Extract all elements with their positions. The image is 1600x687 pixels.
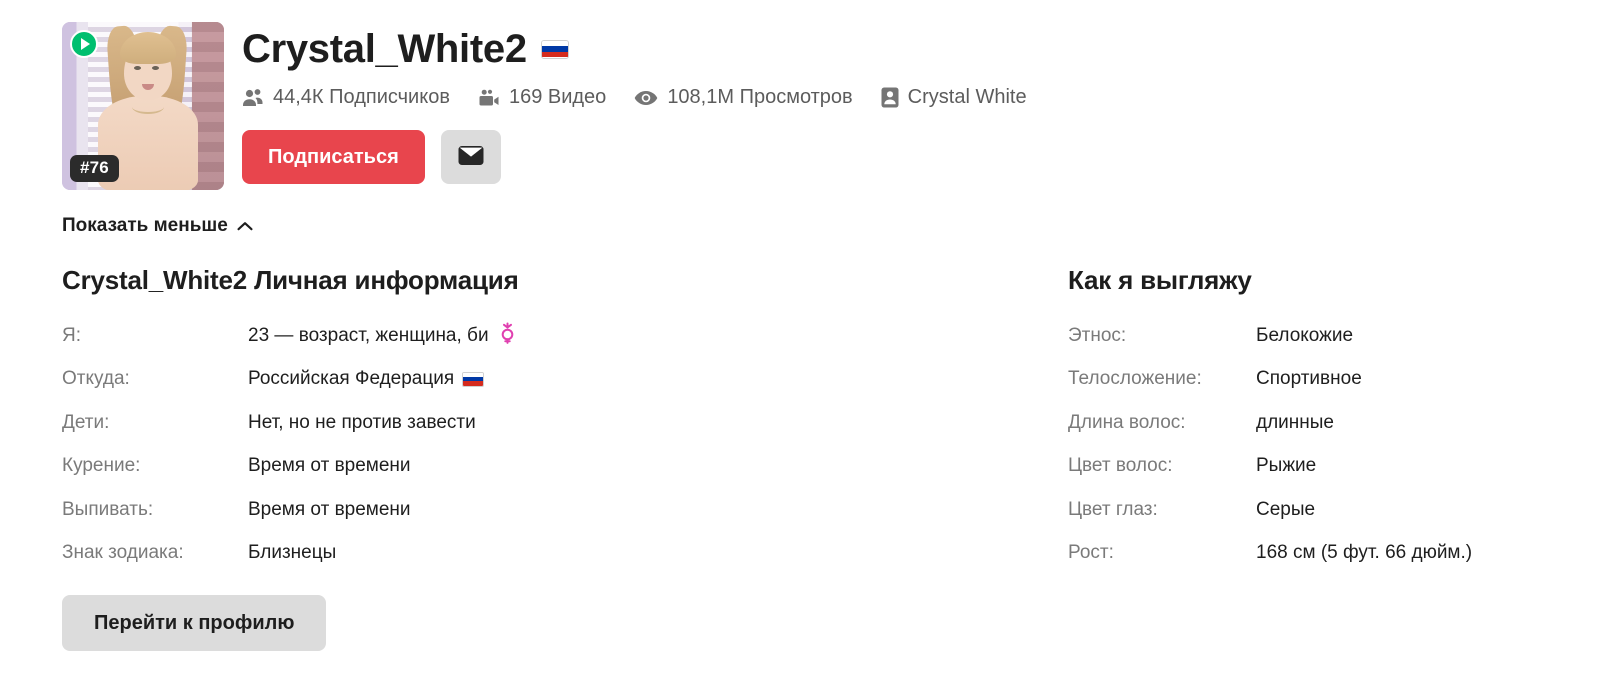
info-value-wrap: Российская Федерация — [248, 368, 485, 390]
avatar-eye-left — [134, 66, 141, 70]
info-value: Белокожие — [1256, 324, 1354, 346]
id-badge-icon — [881, 87, 899, 108]
header-main: Crystal_White2 44,4К Подписчиков 169 Вид… — [242, 22, 1027, 184]
show-less-toggle[interactable]: Показать меньше — [62, 215, 253, 237]
info-label: Дети: — [62, 411, 110, 433]
info-value: Нет, но не против завести — [248, 411, 476, 433]
eye-icon — [634, 88, 658, 108]
info-value: Серые — [1256, 498, 1316, 520]
play-triangle-icon — [81, 38, 90, 50]
play-icon[interactable] — [70, 30, 98, 58]
stat-model-name-label: Crystal White — [907, 86, 1027, 108]
info-label: Телосложение: — [1068, 368, 1202, 390]
info-value: 23 — возраст, женщина, би — [248, 324, 489, 346]
appearance-section: Как я выгляжу Этнос: Белокожие Телосложе… — [1068, 265, 1588, 575]
info-value: Время от времени — [248, 455, 411, 477]
info-value: длинные — [1256, 411, 1334, 433]
stat-subscribers-label: 44,4К Подписчиков — [273, 86, 450, 108]
flag-stripe-red — [541, 51, 568, 58]
ru-flag-icon — [462, 371, 485, 387]
subscribers-icon — [242, 88, 264, 108]
appearance-title: Как я выгляжу — [1068, 265, 1252, 295]
page-title: Crystal_White2 — [242, 27, 527, 71]
info-row: Откуда: Российская Федерация — [62, 358, 962, 402]
info-row: Курение: Время от времени — [62, 445, 962, 489]
header-row: #76 Crystal_White2 44,4К Подписчиков 169… — [62, 22, 1027, 190]
stat-model-name: Crystal White — [881, 86, 1027, 109]
rank-badge: #76 — [70, 155, 119, 182]
info-value-wrap: 23 — возраст, женщина, би — [248, 322, 516, 350]
table-row: Телосложение: Спортивное — [1068, 358, 1588, 402]
title-line: Crystal_White2 — [242, 28, 1027, 70]
stat-videos: 169 Видео — [478, 86, 606, 109]
flag-stripe-red — [463, 381, 484, 386]
avatar-necklace — [132, 100, 164, 114]
stat-views: 108,1M Просмотров — [634, 86, 853, 109]
transgender-icon — [499, 322, 516, 350]
info-value: Рыжие — [1256, 455, 1317, 477]
info-label: Рост: — [1068, 542, 1114, 564]
table-row: Рост: 168 см (5 фут. 66 дюйм.) — [1068, 532, 1588, 576]
info-value: Близнецы — [248, 542, 337, 564]
info-label: Цвет волос: — [1068, 455, 1173, 477]
header-actions: Подписаться — [242, 130, 1027, 184]
info-row: Выпивать: Время от времени — [62, 488, 962, 532]
info-value: Время от времени — [248, 498, 411, 520]
stat-subscribers: 44,4К Подписчиков — [242, 86, 450, 109]
stat-views-label: 108,1M Просмотров — [667, 86, 853, 108]
table-row: Цвет волос: Рыжие — [1068, 445, 1588, 489]
info-label: Этнос: — [1068, 324, 1127, 346]
personal-info-section: Crystal_White2 Личная информация Я: 23 —… — [62, 265, 962, 651]
info-value: Российская Федерация — [248, 368, 455, 390]
info-label: Знак зодиака: — [62, 542, 184, 564]
table-row: Длина волос: длинные — [1068, 401, 1588, 445]
info-label: Цвет глаз: — [1068, 498, 1158, 520]
avatar-thumbnail[interactable]: #76 — [62, 22, 224, 190]
info-label: Я: — [62, 324, 81, 346]
profile-page: #76 Crystal_White2 44,4К Подписчиков 169… — [0, 0, 1600, 687]
avatar-eye-right — [152, 66, 159, 70]
info-value: Спортивное — [1256, 368, 1362, 390]
envelope-icon — [458, 145, 484, 169]
table-row: Этнос: Белокожие — [1068, 314, 1588, 358]
table-row: Цвет глаз: Серые — [1068, 488, 1588, 532]
chevron-up-icon — [237, 215, 253, 237]
info-row: Дети: Нет, но не против завести — [62, 401, 962, 445]
message-button[interactable] — [440, 130, 501, 184]
info-label: Длина волос: — [1068, 411, 1186, 433]
info-label: Выпивать: — [62, 498, 154, 520]
stat-videos-label: 169 Видео — [508, 86, 607, 108]
video-camera-icon — [478, 88, 500, 108]
info-row: Знак зодиака: Близнецы — [62, 532, 962, 576]
ru-flag-icon — [540, 39, 569, 59]
info-row: Я: 23 — возраст, женщина, би — [62, 314, 962, 358]
personal-info-title: Crystal_White2 Личная информация — [62, 265, 519, 295]
channel-stats: 44,4К Подписчиков 169 Видео 108,1M Просм… — [242, 86, 1027, 109]
show-less-label: Показать меньше — [62, 215, 228, 236]
info-label: Курение: — [62, 455, 141, 477]
subscribe-button[interactable]: Подписаться — [242, 130, 425, 184]
channel-header: #76 Crystal_White2 44,4К Подписчиков 169… — [62, 22, 1027, 190]
info-value: 168 см (5 фут. 66 дюйм.) — [1256, 542, 1473, 564]
go-to-profile-button[interactable]: Перейти к профилю — [62, 595, 327, 651]
info-label: Откуда: — [62, 368, 130, 390]
